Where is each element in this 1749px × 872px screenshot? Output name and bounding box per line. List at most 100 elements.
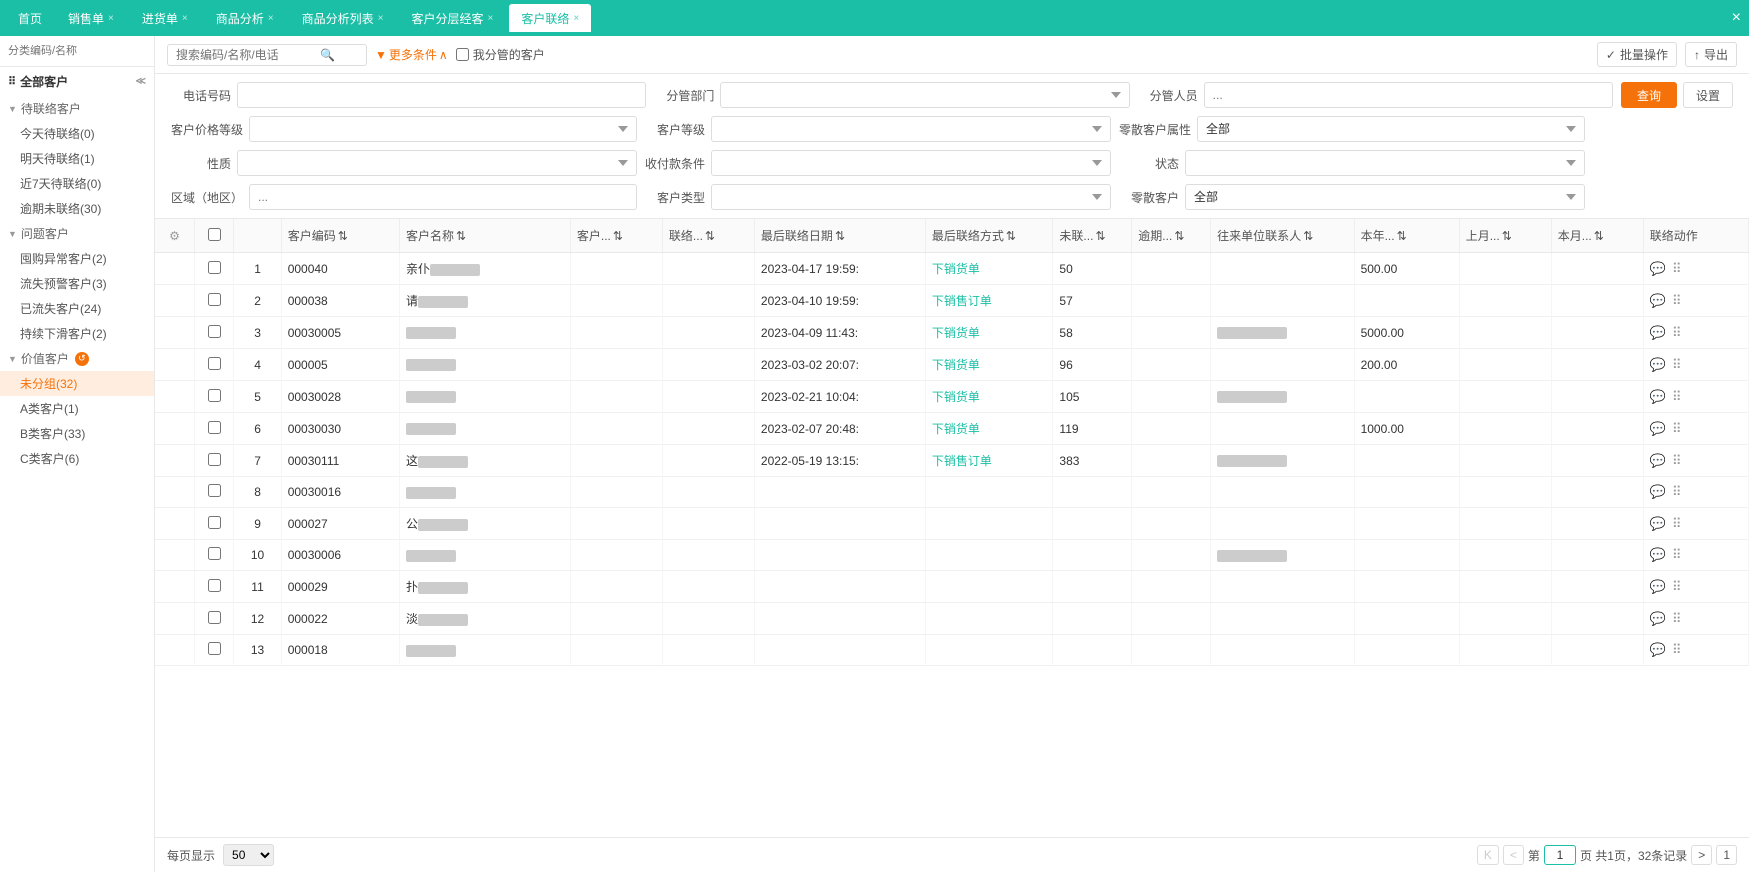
lastway-col-header[interactable]: 最后联络方式⇅ (925, 219, 1053, 253)
type-col-header[interactable]: 客户...⇅ (570, 219, 662, 253)
row-checkbox[interactable] (208, 357, 221, 370)
last-contact-way-cell[interactable]: 下销货单 (925, 317, 1053, 349)
dept-select[interactable] (720, 82, 1129, 108)
last-contact-way-cell[interactable] (925, 635, 1053, 666)
row-checkbox-cell[interactable] (194, 603, 233, 635)
sidebar-item-class-a[interactable]: A类客户(1) (0, 396, 154, 421)
next-page-button[interactable]: > (1691, 845, 1712, 865)
sidebar-item-class-c[interactable]: C类客户(6) (0, 446, 154, 471)
last-way-link[interactable]: 下销货单 (932, 390, 980, 404)
nav-tab-purchase[interactable]: 进货单 × (130, 4, 200, 32)
row-checkbox[interactable] (208, 642, 221, 655)
export-button[interactable]: ↑ 导出 (1685, 42, 1737, 67)
chat-icon[interactable]: 💬 (1650, 421, 1666, 437)
reset-button[interactable]: 设置 (1683, 82, 1733, 108)
chat-icon[interactable]: 💬 (1650, 516, 1666, 532)
my-customers-filter[interactable]: 我分管的客户 (456, 46, 545, 63)
last-contact-way-cell[interactable]: 下销货单 (925, 413, 1053, 445)
row-checkbox[interactable] (208, 389, 221, 402)
row-checkbox[interactable] (208, 261, 221, 274)
close-icon[interactable]: × (378, 13, 384, 24)
last-contact-way-cell[interactable]: 下销售订单 (925, 445, 1053, 477)
row-checkbox[interactable] (208, 547, 221, 560)
last-contact-way-cell[interactable] (925, 571, 1053, 603)
row-checkbox[interactable] (208, 579, 221, 592)
nav-tab-product-analysis-list[interactable]: 商品分析列表 × (290, 4, 396, 32)
last-page-button[interactable]: 1 (1716, 845, 1737, 865)
price-level-select[interactable] (249, 116, 637, 142)
retail-customer-select[interactable]: 全部 (1185, 184, 1585, 210)
chat-icon[interactable]: 💬 (1650, 357, 1666, 373)
more-filters-button[interactable]: ▼ 更多条件 ∧ (375, 46, 448, 63)
sidebar-item-abnormal[interactable]: 囤购异常客户(2) (0, 246, 154, 271)
row-checkbox-cell[interactable] (194, 540, 233, 571)
liaison-col-header[interactable]: 往来单位联系人⇅ (1211, 219, 1354, 253)
grid-icon[interactable]: ⠿ (1672, 484, 1682, 500)
sidebar-item-overdue-pending[interactable]: 逾期未联络(30) (0, 196, 154, 221)
grid-icon[interactable]: ⠿ (1672, 261, 1682, 277)
contact-col-header[interactable]: 联络...⇅ (662, 219, 754, 253)
close-icon[interactable]: × (487, 13, 493, 24)
first-page-button[interactable]: K (1477, 845, 1499, 865)
row-checkbox-cell[interactable] (194, 317, 233, 349)
row-checkbox-cell[interactable] (194, 413, 233, 445)
nocontact-col-header[interactable]: 未联...⇅ (1053, 219, 1132, 253)
chat-icon[interactable]: 💬 (1650, 547, 1666, 563)
last-contact-way-cell[interactable] (925, 477, 1053, 508)
lastmonth-col-header[interactable]: 上月...⇅ (1459, 219, 1551, 253)
row-checkbox-cell[interactable] (194, 508, 233, 540)
row-checkbox[interactable] (208, 516, 221, 529)
last-way-link[interactable]: 下销售订单 (932, 454, 992, 468)
page-number-input[interactable] (1544, 845, 1576, 865)
row-checkbox-cell[interactable] (194, 253, 233, 285)
grid-icon[interactable]: ⠿ (1672, 611, 1682, 627)
sidebar-item-churned[interactable]: 已流失客户(24) (0, 296, 154, 321)
chat-icon[interactable]: 💬 (1650, 579, 1666, 595)
customer-type-select[interactable] (711, 184, 1111, 210)
grid-icon[interactable]: ⠿ (1672, 325, 1682, 341)
lastdate-col-header[interactable]: 最后联络日期⇅ (754, 219, 925, 253)
nature-select[interactable] (237, 150, 637, 176)
close-icon[interactable]: × (268, 13, 274, 24)
last-contact-way-cell[interactable] (925, 603, 1053, 635)
row-checkbox[interactable] (208, 484, 221, 497)
close-icon[interactable]: × (573, 13, 579, 24)
chat-icon[interactable]: 💬 (1650, 293, 1666, 309)
sidebar-group-value[interactable]: ▼ 价值客户 ↺ (0, 346, 154, 371)
customer-level-select[interactable] (711, 116, 1111, 142)
last-contact-way-cell[interactable]: 下销货单 (925, 349, 1053, 381)
sidebar-item-class-b[interactable]: B类客户(33) (0, 421, 154, 446)
row-checkbox-cell[interactable] (194, 571, 233, 603)
code-col-header[interactable]: 客户编码⇅ (281, 219, 399, 253)
chat-icon[interactable]: 💬 (1650, 261, 1666, 277)
row-checkbox-cell[interactable] (194, 445, 233, 477)
thismonth-col-header[interactable]: 本月...⇅ (1551, 219, 1643, 253)
nav-home[interactable]: 首页 (8, 10, 52, 27)
sidebar-all-customers[interactable]: ⠿ 全部客户 ≪ (0, 67, 154, 96)
gear-icon[interactable]: ⚙ (169, 229, 180, 243)
grid-icon[interactable]: ⠿ (1672, 293, 1682, 309)
grid-icon[interactable]: ⠿ (1672, 357, 1682, 373)
sidebar-item-tomorrow-pending[interactable]: 明天待联络(1) (0, 146, 154, 171)
last-way-link[interactable]: 下销售订单 (932, 294, 992, 308)
nav-tab-customer-segment[interactable]: 客户分层经客 × (399, 4, 505, 32)
chat-icon[interactable]: 💬 (1650, 484, 1666, 500)
search-input[interactable] (176, 48, 316, 62)
sidebar-item-today-pending[interactable]: 今天待联络(0) (0, 121, 154, 146)
sidebar-item-week-pending[interactable]: 近7天待联络(0) (0, 171, 154, 196)
query-button[interactable]: 查询 (1621, 82, 1677, 108)
sidebar-item-ungroup[interactable]: 未分组(32) (0, 371, 154, 396)
chat-icon[interactable]: 💬 (1650, 325, 1666, 341)
grid-icon[interactable]: ⠿ (1672, 547, 1682, 563)
name-col-header[interactable]: 客户名称⇅ (400, 219, 571, 253)
row-checkbox[interactable] (208, 421, 221, 434)
payment-select[interactable] (711, 150, 1111, 176)
close-icon[interactable]: × (108, 13, 114, 24)
select-all-checkbox[interactable] (208, 228, 221, 241)
row-checkbox[interactable] (208, 325, 221, 338)
prev-page-button[interactable]: < (1503, 845, 1524, 865)
grid-icon[interactable]: ⠿ (1672, 453, 1682, 469)
row-checkbox[interactable] (208, 611, 221, 624)
close-icon[interactable]: × (182, 13, 188, 24)
chat-icon[interactable]: 💬 (1650, 611, 1666, 627)
